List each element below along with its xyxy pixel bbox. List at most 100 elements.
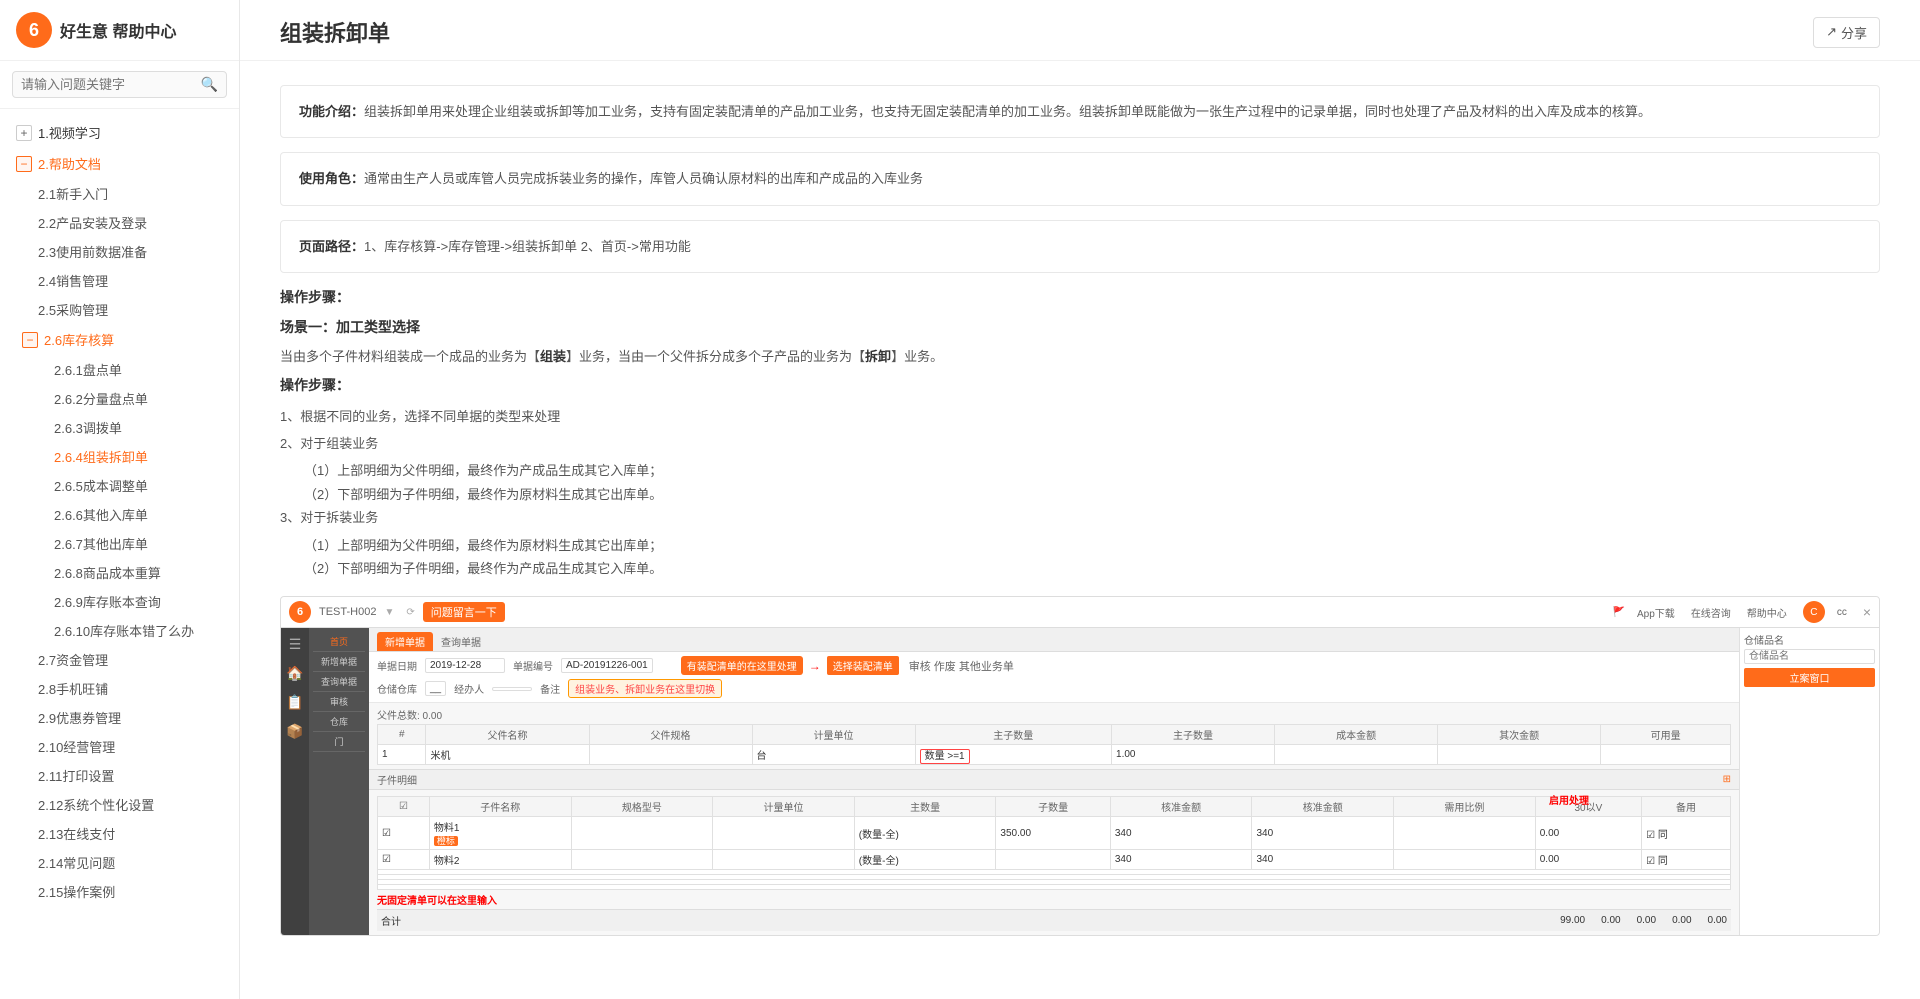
sidebar-item-2-6-8[interactable]: 2.6.8商品成本重算 (54, 558, 239, 587)
sidebar-item-2-6-4[interactable]: 2.6.4组装拆卸单 (54, 442, 239, 471)
sidebar-item-2-6-6[interactable]: 2.6.6其他入库单 (54, 500, 239, 529)
ss-company: TEST-H002 (319, 606, 376, 618)
ss-center: 帮助中心 (1747, 605, 1787, 620)
btr1-op: ☑ 同 (1642, 817, 1731, 850)
sidebar-item-2-6-2[interactable]: 2.6.2分量盘点单 (54, 384, 239, 413)
expand-icon-2: − (16, 156, 32, 172)
btr2-amt2: 340 (1252, 850, 1394, 870)
sidebar-item-mobile[interactable]: 2.8手机旺铺 (38, 674, 239, 703)
ss-upper-table-area: 父件总数: 0.00 # 父件名称 父件规格 计量单位 主子数量 主 (369, 703, 1739, 769)
ss-close-icon: × (1863, 604, 1871, 620)
sidebar-item-2-6-9[interactable]: 2.6.9库存账本查询 (54, 587, 239, 616)
bth-unit: 计量单位 (713, 797, 855, 817)
search-input[interactable] (21, 77, 201, 92)
ss-bottom-table: ☑ 子件名称 规格型号 计量单位 主数量 子数量 核准金额 核准金额 需用比例 (377, 796, 1731, 890)
th-unit: 计量单位 (752, 725, 915, 745)
path-label: 页面路径：1、库存核算->库存管理->组装拆卸单 2、首页->常用功能 (299, 239, 691, 254)
ss-btn-message[interactable]: 问题留言一下 (423, 602, 505, 622)
ss-menu-item-3: 查询单据 (313, 672, 365, 692)
ss-tab-new[interactable]: 新增单据 (377, 632, 433, 651)
ss-sidebar-icon1: ☰ (285, 632, 306, 657)
ss-menu-item-1: 首页 (313, 632, 365, 652)
ss-expand-icon[interactable]: ⊞ (1723, 774, 1731, 785)
ss-bottom-table-body: ☑ 物料1橙标 (数量-全) 350.00 340 340 0.00 (378, 817, 1731, 890)
ss-right-input[interactable] (1744, 649, 1875, 664)
th-cost1: 成本金额 (1275, 725, 1438, 745)
intro-label: 功能介绍：组装拆卸单用来处理企业组装或拆卸等加工业务，支持有固定装配清单的产品加… (299, 104, 1651, 119)
sidebar-item-2-6-10[interactable]: 2.6.10库存账本错了么办 (54, 616, 239, 645)
th-spec: 父件规格 (589, 725, 752, 745)
sidebar-item-2-6-5[interactable]: 2.6.5成本调整单 (54, 471, 239, 500)
btr2-amt1: 340 (1110, 850, 1252, 870)
nav-section-2-6: − 2.6库存核算 2.6.1盘点单 2.6.2分量盘点单 2.6.3调拨单 2… (38, 324, 239, 645)
search-icon[interactable]: 🔍 (201, 76, 218, 93)
sidebar-item-payment[interactable]: 2.13在线支付 (38, 819, 239, 848)
ss-avatar: C (1803, 601, 1825, 623)
td-spec (589, 745, 752, 765)
ss-main-doc: 新增单据 查询单据 单据日期 2019-12-28 单据编号 AD-201912… (369, 628, 1739, 935)
sidebar-item-install[interactable]: 2.2产品安装及登录 (38, 208, 239, 237)
sidebar-item-helpdocs[interactable]: − 2.帮助文档 (0, 148, 239, 179)
ss-tab-query[interactable]: 查询单据 (433, 632, 489, 651)
btr1-spec (571, 817, 713, 850)
ss-annotation4: 无固定清单可以在这里输入 (377, 892, 1731, 907)
ss-no-field[interactable]: AD-20191226-001 (561, 658, 653, 673)
nav-sub-items-2: 2.1新手入门 2.2产品安装及登录 2.3使用前数据准备 2.4销售管理 2.… (0, 179, 239, 906)
ss-footer-val2: 0.00 (1601, 915, 1620, 926)
sidebar-item-video[interactable]: + 1.视频学习 (0, 117, 239, 148)
ss-upper-label: 父件总数: 0.00 (377, 707, 442, 722)
sidebar-item-label-2: 2.帮助文档 (38, 154, 101, 173)
sidebar-item-newcomer[interactable]: 2.1新手入门 (38, 179, 239, 208)
td-qty1-field[interactable]: 数量 >=1 (920, 749, 970, 764)
btr1-col9: 0.00 (1535, 817, 1641, 850)
sidebar-item-inventory[interactable]: − 2.6库存核算 (22, 324, 239, 355)
btr2-spec (571, 850, 713, 870)
ss-upper-table-header: 父件总数: 0.00 (377, 707, 1731, 722)
ss-warehouse-select[interactable]: __ (425, 681, 446, 696)
main-content: 组装拆卸单 ↗ 分享 功能介绍：组装拆卸单用来处理企业组装或拆卸等加工业务，支持… (240, 0, 1920, 999)
bth-check: ☑ (378, 797, 430, 817)
btr2-check: ☑ (378, 850, 430, 870)
sidebar-item-2-6-3[interactable]: 2.6.3调拨单 (54, 413, 239, 442)
ss-confirm-btn[interactable]: 立案窗口 (1744, 668, 1875, 687)
sidebar-item-2-6-1[interactable]: 2.6.1盘点单 (54, 355, 239, 384)
th-cost2: 其次金额 (1438, 725, 1601, 745)
sidebar-item-dataprep[interactable]: 2.3使用前数据准备 (38, 237, 239, 266)
ss-tabs: 新增单据 查询单据 (369, 628, 1739, 652)
btr2-unit (713, 850, 855, 870)
main-header: 组装拆卸单 ↗ 分享 (240, 0, 1920, 61)
expand-icon-2-6: − (22, 332, 38, 348)
sidebar-item-cases[interactable]: 2.15操作案例 (38, 877, 239, 906)
sidebar-item-2-6-7[interactable]: 2.6.7其他出库单 (54, 529, 239, 558)
sidebar-item-sales[interactable]: 2.4销售管理 (38, 266, 239, 295)
ss-annotation3: 启用处理 (1549, 792, 1589, 807)
ss-select-bom-btn[interactable]: 选择装配清单 (827, 656, 899, 675)
sidebar-item-system[interactable]: 2.12系统个性化设置 (38, 790, 239, 819)
share-button[interactable]: ↗ 分享 (1813, 17, 1880, 48)
sidebar-item-finance[interactable]: 2.7资金管理 (38, 645, 239, 674)
ss-operator-field[interactable] (492, 687, 532, 691)
share-icon: ↗ (1826, 24, 1837, 40)
ss-upper-table-head: # 父件名称 父件规格 计量单位 主子数量 主子数量 成本金额 其次金额 可用量 (378, 725, 1731, 745)
td-qty2: 1.00 (1112, 745, 1275, 765)
td-unit: 台 (752, 745, 915, 765)
td-cost2 (1438, 745, 1601, 765)
btr2-op: ☑ 同 (1642, 850, 1731, 870)
step2-sub1: （1）上部明细为父件明细，最终作为产成品生成其它入库单； (304, 459, 1880, 482)
ss-refresh-icon: ⟳ (406, 607, 414, 618)
td-cost1 (1275, 745, 1438, 765)
th-qty2: 主子数量 (1112, 725, 1275, 745)
btr1-tag: 橙标 (434, 836, 458, 846)
sidebar-item-coupon[interactable]: 2.9优惠券管理 (38, 703, 239, 732)
ss-footer-val5: 0.00 (1708, 915, 1727, 926)
ss-date-field[interactable]: 2019-12-28 (425, 658, 505, 673)
ss-app-body: ☰ 🏠 📋 📦 首页 新增单据 查询单据 审核 仓库 门 (281, 628, 1879, 935)
sidebar-item-purchase[interactable]: 2.5采购管理 (38, 295, 239, 324)
sidebar-item-faq[interactable]: 2.14常见问题 (38, 848, 239, 877)
ss-footer-label: 合计 (381, 913, 401, 928)
sidebar-item-mgmt[interactable]: 2.10经营管理 (38, 732, 239, 761)
ss-upper-table: # 父件名称 父件规格 计量单位 主子数量 主子数量 成本金额 其次金额 可用量 (377, 724, 1731, 765)
step3: 3、对于拆装业务 (280, 506, 1880, 529)
sidebar-item-print[interactable]: 2.11打印设置 (38, 761, 239, 790)
bth-ratio: 需用比例 (1394, 797, 1536, 817)
